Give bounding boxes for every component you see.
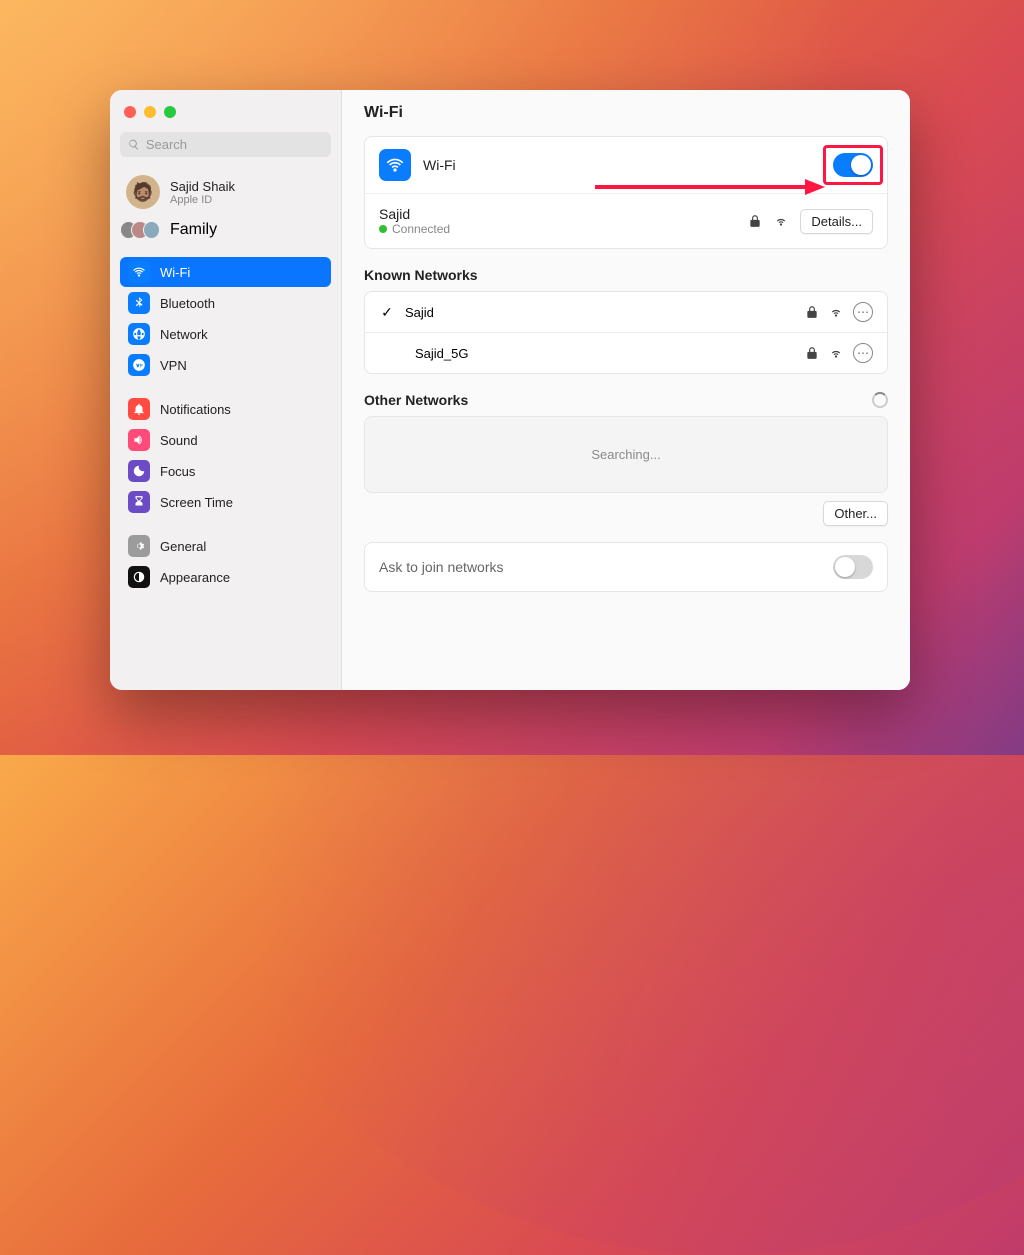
details-button[interactable]: Details... — [800, 209, 873, 234]
ask-to-join-label: Ask to join networks — [379, 559, 823, 575]
sidebar-item-label: General — [160, 539, 206, 554]
loading-spinner-icon — [872, 392, 888, 408]
ask-to-join-row[interactable]: Ask to join networks — [364, 542, 888, 592]
vpn-icon — [128, 354, 150, 376]
known-network-row[interactable]: ✓ Sajid ⋯ — [365, 292, 887, 333]
page-title: Wi-Fi — [364, 104, 888, 122]
minimize-window-button[interactable] — [144, 106, 156, 118]
sidebar-item-label: Wi-Fi — [160, 265, 190, 280]
sidebar-item-label: Network — [160, 327, 208, 342]
ask-to-join-toggle[interactable] — [833, 555, 873, 579]
family-label: Family — [170, 221, 217, 239]
known-networks-panel: ✓ Sajid ⋯ Sajid_5G ⋯ — [364, 291, 888, 374]
sidebar-item-network[interactable]: Network — [120, 319, 331, 349]
sidebar-item-label: Screen Time — [160, 495, 233, 510]
lock-icon — [805, 346, 819, 360]
window-controls — [120, 100, 331, 132]
sidebar-item-general[interactable]: General — [120, 531, 331, 561]
network-name: Sajid_5G — [405, 346, 795, 361]
sidebar-item-screentime[interactable]: Screen Time — [120, 487, 331, 517]
known-networks-title: Known Networks — [364, 267, 888, 283]
search-icon — [128, 138, 140, 151]
other-network-button[interactable]: Other... — [823, 501, 888, 526]
known-network-row[interactable]: Sajid_5G ⋯ — [365, 333, 887, 373]
current-network-status: Connected — [379, 222, 736, 236]
sidebar: 🧔🏽 Sajid Shaik Apple ID Family Wi-Fi B — [110, 90, 342, 690]
profile-sub: Apple ID — [170, 194, 235, 206]
sidebar-item-wifi[interactable]: Wi-Fi — [120, 257, 331, 287]
sidebar-item-vpn[interactable]: VPN — [120, 350, 331, 380]
wifi-row-label: Wi-Fi — [423, 157, 821, 173]
other-networks-panel: Searching... — [364, 416, 888, 493]
sidebar-item-label: Appearance — [160, 570, 230, 585]
gear-icon — [128, 535, 150, 557]
lock-icon — [805, 305, 819, 319]
sidebar-item-label: Sound — [160, 433, 198, 448]
sidebar-item-appearance[interactable]: Appearance — [120, 562, 331, 592]
sidebar-group-prefs: General Appearance — [120, 531, 331, 592]
globe-icon — [128, 323, 150, 345]
network-name: Sajid — [405, 305, 795, 320]
close-window-button[interactable] — [124, 106, 136, 118]
status-dot-icon — [379, 225, 387, 233]
apple-id-row[interactable]: 🧔🏽 Sajid Shaik Apple ID — [120, 171, 331, 213]
appearance-icon — [128, 566, 150, 588]
sidebar-item-bluetooth[interactable]: Bluetooth — [120, 288, 331, 318]
maximize-window-button[interactable] — [164, 106, 176, 118]
sidebar-item-label: VPN — [160, 358, 187, 373]
wifi-signal-icon — [774, 214, 788, 228]
hourglass-icon — [128, 491, 150, 513]
wifi-icon — [128, 261, 150, 283]
wifi-icon — [379, 149, 411, 181]
bluetooth-icon — [128, 292, 150, 314]
searching-label: Searching... — [591, 447, 660, 462]
lock-icon — [748, 214, 762, 228]
wifi-toggle[interactable] — [833, 153, 873, 177]
bell-icon — [128, 398, 150, 420]
other-networks-title: Other Networks — [364, 392, 468, 408]
sidebar-item-label: Bluetooth — [160, 296, 215, 311]
family-row[interactable]: Family — [120, 217, 331, 243]
speaker-icon — [128, 429, 150, 451]
current-network-name: Sajid — [379, 206, 736, 222]
sidebar-item-focus[interactable]: Focus — [120, 456, 331, 486]
more-options-button[interactable]: ⋯ — [853, 302, 873, 322]
more-options-button[interactable]: ⋯ — [853, 343, 873, 363]
sidebar-item-label: Focus — [160, 464, 195, 479]
checkmark-icon: ✓ — [379, 304, 395, 321]
search-input[interactable] — [146, 137, 323, 152]
wifi-signal-icon — [829, 305, 843, 319]
wifi-signal-icon — [829, 346, 843, 360]
sidebar-item-notifications[interactable]: Notifications — [120, 394, 331, 424]
search-field[interactable] — [120, 132, 331, 157]
sidebar-group-system: Notifications Sound Focus Screen Time — [120, 394, 331, 517]
sidebar-item-label: Notifications — [160, 402, 231, 417]
sidebar-group-network: Wi-Fi Bluetooth Network VPN — [120, 257, 331, 380]
sidebar-item-sound[interactable]: Sound — [120, 425, 331, 455]
main-content: Wi-Fi Wi-Fi Sajid — [342, 90, 910, 690]
avatar: 🧔🏽 — [126, 175, 160, 209]
family-avatars-icon — [126, 221, 160, 239]
profile-name: Sajid Shaik — [170, 179, 235, 194]
wifi-status-panel: Wi-Fi Sajid Connected — [364, 136, 888, 249]
moon-icon — [128, 460, 150, 482]
settings-window: 🧔🏽 Sajid Shaik Apple ID Family Wi-Fi B — [110, 90, 910, 690]
